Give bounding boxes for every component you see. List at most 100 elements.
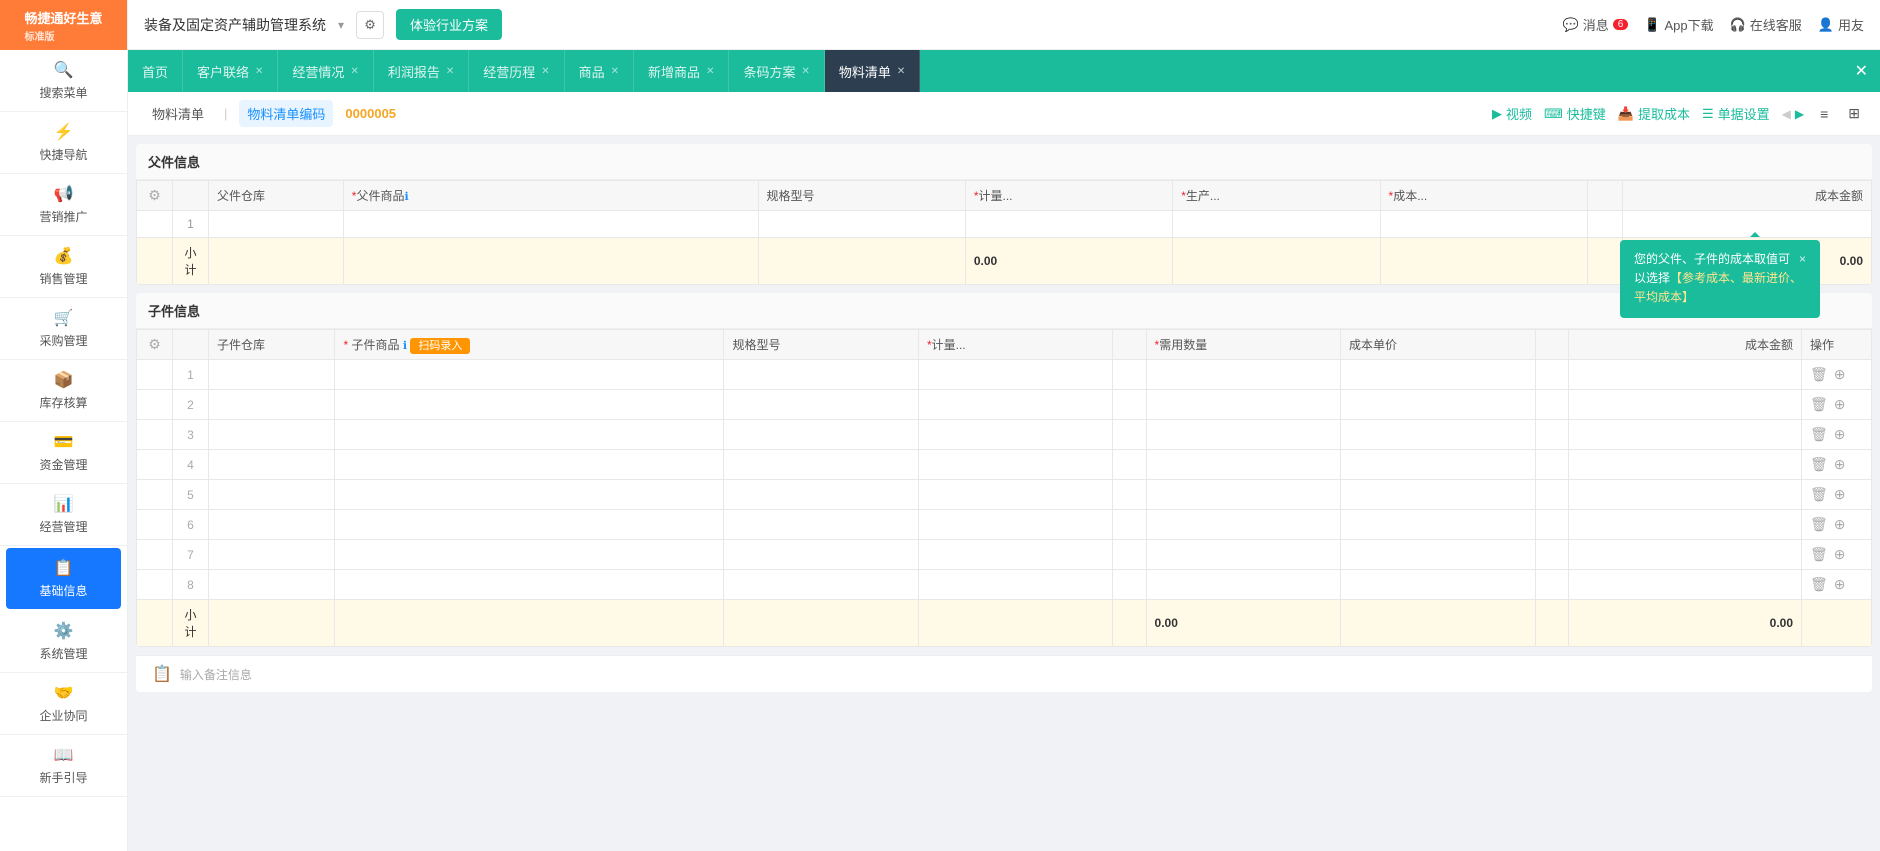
child-row-5-warehouse[interactable] <box>209 480 335 510</box>
system-dropdown-arrow[interactable]: ▾ <box>338 18 344 32</box>
user-action[interactable]: 👤 用友 <box>1818 15 1864 34</box>
child-row-7-copy-icon[interactable]: ⊕ <box>1834 546 1846 563</box>
child-row-5-qty[interactable] <box>918 480 1113 510</box>
child-row-6-qty[interactable] <box>918 510 1113 540</box>
child-row-5-delete-icon[interactable]: 🗑 <box>1810 486 1828 503</box>
child-row-3-spec[interactable] <box>724 420 919 450</box>
child-row-6-unit-cost[interactable] <box>1341 510 1536 540</box>
nav-close-all-button[interactable]: ✕ <box>1843 61 1880 81</box>
child-row-4-spec[interactable] <box>724 450 919 480</box>
child-row-7-spec[interactable] <box>724 540 919 570</box>
child-row-5-unit-cost[interactable] <box>1341 480 1536 510</box>
child-row-6-delete-icon[interactable]: 🗑 <box>1810 516 1828 533</box>
bottom-hint-text[interactable]: 输入备注信息 <box>180 666 252 683</box>
child-row-1-unit-cost[interactable] <box>1341 360 1536 390</box>
tab-history-close[interactable]: ✕ <box>541 66 549 77</box>
tab-home[interactable]: 首页 <box>128 50 183 92</box>
sidebar-item-guide[interactable]: 📖 新手引导 <box>0 735 127 797</box>
tab-profit[interactable]: 利润报告 ✕ <box>374 50 469 92</box>
child-row-2-delete-icon[interactable]: 🗑 <box>1810 396 1828 413</box>
child-row-4-needed[interactable] <box>1146 450 1341 480</box>
child-row-6-product[interactable] <box>335 510 724 540</box>
child-row-4-qty[interactable] <box>918 450 1113 480</box>
sidebar-item-system[interactable]: ⚙️ 系统管理 <box>0 611 127 673</box>
sidebar-item-inventory[interactable]: 📦 库存核算 <box>0 360 127 422</box>
child-row-7-delete-icon[interactable]: 🗑 <box>1810 546 1828 563</box>
sidebar-item-sales[interactable]: 💰 销售管理 <box>0 236 127 298</box>
view-toggle-list[interactable]: ≡ <box>1816 104 1832 124</box>
parent-row-1-qty[interactable] <box>965 211 1172 238</box>
parent-row-1-produce[interactable] <box>1173 211 1380 238</box>
app-download-action[interactable]: 📱 App下载 <box>1644 15 1713 34</box>
child-row-7-product[interactable] <box>335 540 724 570</box>
sidebar-item-finance[interactable]: 💳 资金管理 <box>0 422 127 484</box>
child-row-6-warehouse[interactable] <box>209 510 335 540</box>
tab-customer-close[interactable]: ✕ <box>255 66 263 77</box>
breadcrumb-tab-bom-list[interactable]: 物料清单 <box>144 100 212 127</box>
video-action[interactable]: ▶ 视频 <box>1492 104 1532 123</box>
child-row-8-needed[interactable] <box>1146 570 1341 600</box>
sidebar-item-quicknav[interactable]: ⚡ 快捷导航 <box>0 112 127 174</box>
child-row-2-unit-cost[interactable] <box>1341 390 1536 420</box>
child-row-3-delete-icon[interactable]: 🗑 <box>1810 426 1828 443</box>
view-toggle-grid[interactable]: ⊞ <box>1844 103 1864 124</box>
child-row-3-needed[interactable] <box>1146 420 1341 450</box>
child-row-5-product[interactable] <box>335 480 724 510</box>
child-row-8-copy-icon[interactable]: ⊕ <box>1834 576 1846 593</box>
child-gear-icon[interactable]: ⚙ <box>148 336 161 352</box>
sidebar-item-search[interactable]: 🔍 搜索菜单 <box>0 50 127 112</box>
nav-right-arrow[interactable]: ▶ <box>1795 107 1804 121</box>
scan-button[interactable]: 扫码录入 <box>410 338 470 354</box>
parent-row-1-warehouse[interactable] <box>209 211 344 238</box>
child-row-4-product[interactable] <box>335 450 724 480</box>
child-row-5-spec[interactable] <box>724 480 919 510</box>
child-row-2-copy-icon[interactable]: ⊕ <box>1834 396 1846 413</box>
child-row-1-delete-icon[interactable]: 🗑 <box>1810 366 1828 383</box>
trial-button[interactable]: 体验行业方案 <box>396 9 502 40</box>
gear-settings-button[interactable]: ⚙ <box>356 11 384 39</box>
child-row-8-product[interactable] <box>335 570 724 600</box>
child-row-1-warehouse[interactable] <box>209 360 335 390</box>
parent-row-1-product[interactable] <box>343 211 758 238</box>
child-row-3-qty[interactable] <box>918 420 1113 450</box>
child-row-6-needed[interactable] <box>1146 510 1341 540</box>
child-row-4-unit-cost[interactable] <box>1341 450 1536 480</box>
tab-operations-status-close[interactable]: ✕ <box>350 66 358 77</box>
child-row-3-warehouse[interactable] <box>209 420 335 450</box>
sidebar-item-purchase[interactable]: 🛒 采购管理 <box>0 298 127 360</box>
child-row-8-spec[interactable] <box>724 570 919 600</box>
parent-gear-icon[interactable]: ⚙ <box>148 187 161 203</box>
child-row-7-qty[interactable] <box>918 540 1113 570</box>
online-service-action[interactable]: 🎧 在线客服 <box>1730 15 1802 34</box>
child-row-1-product[interactable] <box>335 360 724 390</box>
child-row-8-unit-cost[interactable] <box>1341 570 1536 600</box>
tab-operations-status[interactable]: 经营情况 ✕ <box>278 50 373 92</box>
child-row-1-spec[interactable] <box>724 360 919 390</box>
tab-goods-close[interactable]: ✕ <box>611 66 619 77</box>
child-row-5-copy-icon[interactable]: ⊕ <box>1834 486 1846 503</box>
child-row-4-warehouse[interactable] <box>209 450 335 480</box>
child-row-1-qty[interactable] <box>918 360 1113 390</box>
parent-row-1-cost[interactable] <box>1380 211 1587 238</box>
breadcrumb-tab-bom-code[interactable]: 物料清单编码 <box>239 100 333 127</box>
child-row-7-unit-cost[interactable] <box>1341 540 1536 570</box>
tab-bom[interactable]: 物料清单 ✕ <box>825 50 920 92</box>
tab-barcode-close[interactable]: ✕ <box>801 66 809 77</box>
child-row-2-product[interactable] <box>335 390 724 420</box>
child-row-2-qty[interactable] <box>918 390 1113 420</box>
child-row-2-needed[interactable] <box>1146 390 1341 420</box>
child-row-7-needed[interactable] <box>1146 540 1341 570</box>
tab-customer[interactable]: 客户联络 ✕ <box>183 50 278 92</box>
tab-add-goods-close[interactable]: ✕ <box>706 66 714 77</box>
sidebar-item-collab[interactable]: 🤝 企业协同 <box>0 673 127 735</box>
sidebar-item-marketing[interactable]: 📢 营销推广 <box>0 174 127 236</box>
tab-history[interactable]: 经营历程 ✕ <box>469 50 564 92</box>
tooltip-close-button[interactable]: × <box>1799 250 1806 269</box>
tab-bom-close[interactable]: ✕ <box>897 66 905 77</box>
tab-barcode[interactable]: 条码方案 ✕ <box>729 50 824 92</box>
message-action[interactable]: 💬 消息 6 <box>1563 15 1629 34</box>
parent-row-1-spec[interactable] <box>758 211 965 238</box>
child-row-8-warehouse[interactable] <box>209 570 335 600</box>
child-row-7-warehouse[interactable] <box>209 540 335 570</box>
child-row-2-spec[interactable] <box>724 390 919 420</box>
